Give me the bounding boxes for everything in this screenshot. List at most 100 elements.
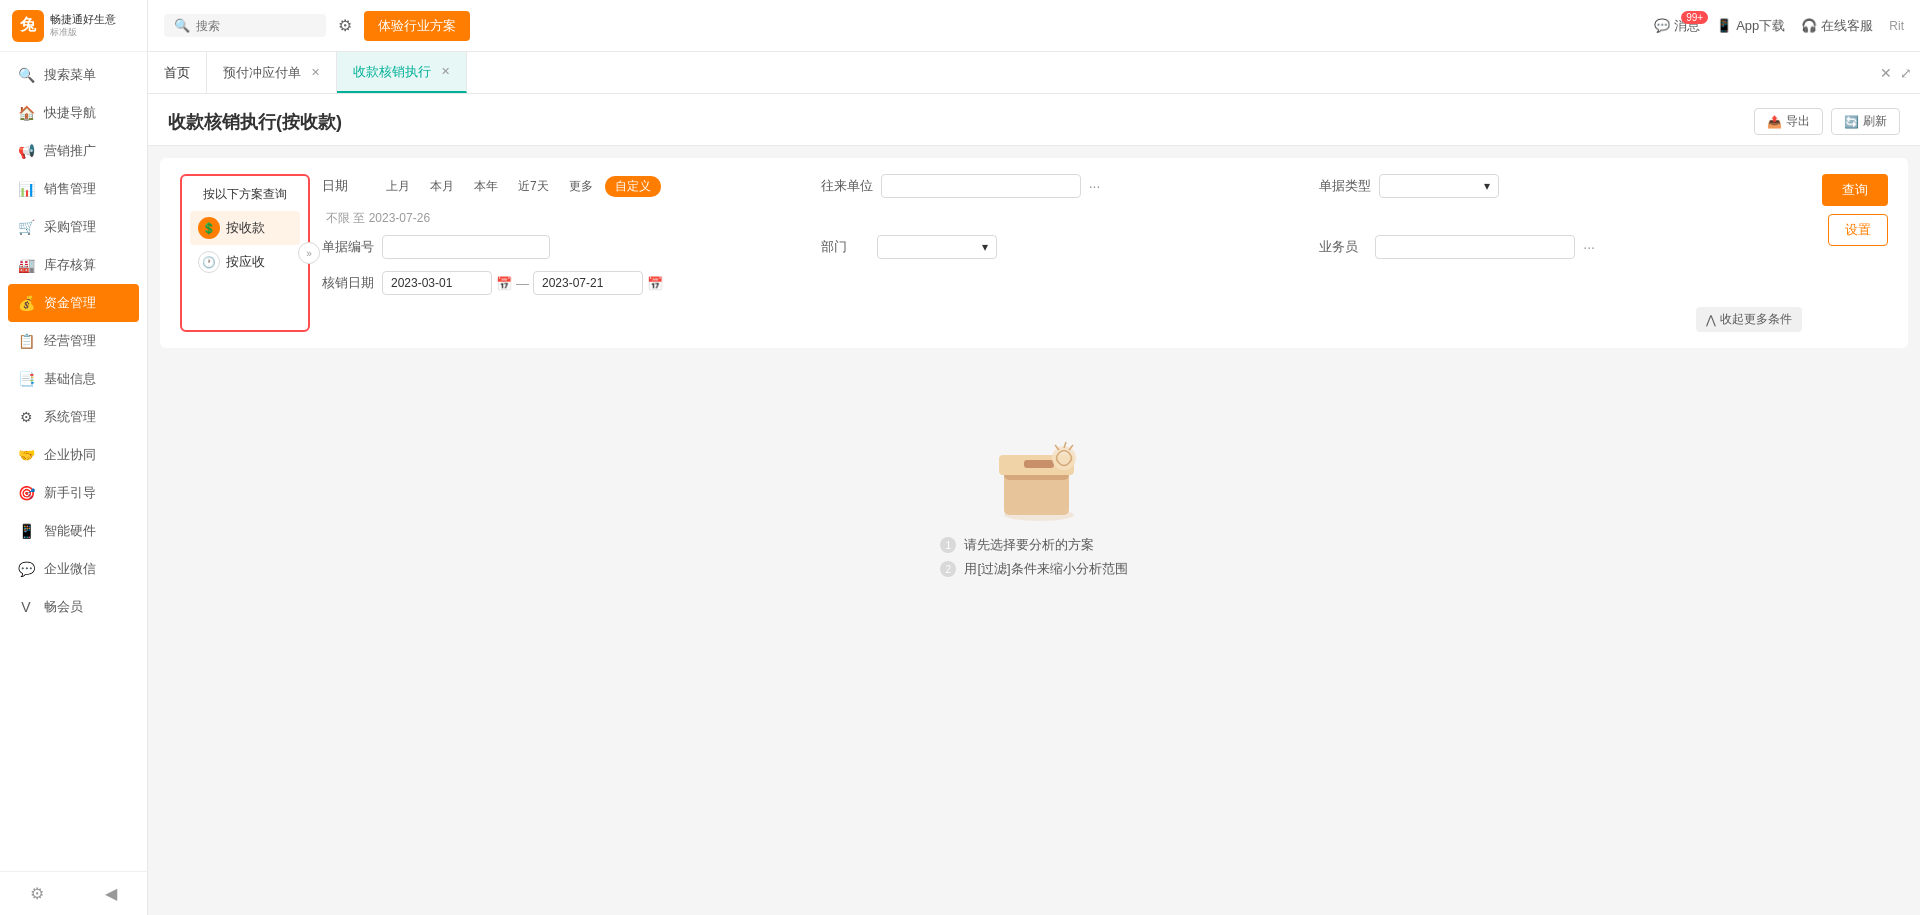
service-icon: 🎧	[1801, 18, 1817, 33]
sidebar: 兔 畅捷通好生意 标准版 🔍 搜索菜单 🏠 快捷导航 📢 营销推广 📊 销售管理…	[0, 0, 148, 915]
sidebar-label-wechat: 企业微信	[44, 560, 96, 578]
sidebar-item-marketing[interactable]: 📢 营销推广	[0, 132, 147, 170]
svg-rect-4	[1024, 460, 1054, 468]
sidebar-item-collab[interactable]: 🤝 企业协同	[0, 436, 147, 474]
member-icon: V	[16, 599, 36, 615]
dept-select[interactable]: ▾	[877, 235, 997, 259]
tab-home-label: 首页	[164, 64, 190, 82]
empty-text-list: 1 请先选择要分析的方案 2 用[过滤]条件来缩小分析范围	[940, 536, 1127, 584]
inventory-icon: 🏭	[16, 257, 36, 273]
tab-expand-icon[interactable]: ⤢	[1900, 65, 1912, 81]
collapse-chevron-icon: ⋀	[1706, 313, 1716, 327]
app-download-btn[interactable]: 📱 App下载	[1716, 17, 1785, 35]
empty-svg	[984, 420, 1094, 530]
filter-panel: 按以下方案查询 💲 按收款 🕐 按应收 »	[160, 158, 1908, 348]
chevron-down-icon: ▾	[1484, 179, 1490, 193]
filter-sidebar-title: 按以下方案查询	[190, 186, 300, 203]
doc-number-input[interactable]	[382, 235, 550, 259]
date-this-month-btn[interactable]: 本月	[422, 176, 462, 197]
tab-close-icon[interactable]: ✕	[1880, 65, 1892, 81]
verification-date-end[interactable]	[533, 271, 643, 295]
industry-btn[interactable]: 体验行业方案	[364, 11, 470, 41]
topbar-search-box[interactable]: 🔍	[164, 14, 326, 37]
hardware-icon: 📱	[16, 523, 36, 539]
sidebar-item-guide[interactable]: 🎯 新手引导	[0, 474, 147, 512]
app-name: 畅捷通好生意	[50, 12, 116, 26]
counterpart-dotdot[interactable]: ···	[1089, 178, 1101, 194]
purchase-icon: 🛒	[16, 219, 36, 235]
filter-option-receivable-label: 按应收	[226, 253, 265, 271]
sidebar-footer: ⚙ ◀	[0, 871, 147, 915]
staff-dotdot[interactable]: ···	[1583, 239, 1595, 255]
sidebar-label-guide: 新手引导	[44, 484, 96, 502]
tab-home[interactable]: 首页	[148, 52, 207, 93]
sidebar-item-inventory[interactable]: 🏭 库存核算	[0, 246, 147, 284]
receivable-option-icon: 🕐	[198, 251, 220, 273]
filter-option-by-collection[interactable]: 💲 按收款	[190, 211, 300, 245]
settings-button[interactable]: 设置	[1828, 214, 1888, 246]
collapse-sidebar-btn[interactable]: »	[298, 242, 320, 264]
sidebar-label-sales: 销售管理	[44, 180, 96, 198]
tab-collection-label: 收款核销执行	[353, 63, 431, 81]
message-icon: 💬	[1654, 18, 1670, 33]
doc-type-select[interactable]: ▾	[1379, 174, 1499, 198]
sidebar-item-search[interactable]: 🔍 搜索菜单	[0, 56, 147, 94]
collapse-more-btn[interactable]: ⋀ 收起更多条件	[1696, 307, 1802, 332]
sidebar-item-member[interactable]: V 畅会员	[0, 588, 147, 626]
filter-option-by-receivable[interactable]: 🕐 按应收	[190, 245, 300, 279]
date-more-btn[interactable]: 更多	[561, 176, 601, 197]
page-actions: 📤 导出 🔄 刷新	[1754, 108, 1900, 135]
collapse-btn-label: 收起更多条件	[1720, 311, 1792, 328]
sidebar-item-wechat[interactable]: 💬 企业微信	[0, 550, 147, 588]
tab-collection[interactable]: 收款核销执行 ✕	[337, 52, 467, 93]
export-label: 导出	[1786, 113, 1810, 130]
message-btn[interactable]: 💬 消息 99+	[1654, 17, 1700, 35]
sidebar-item-sales[interactable]: 📊 销售管理	[0, 170, 147, 208]
operations-icon: 📋	[16, 333, 36, 349]
calendar-end-icon[interactable]: 📅	[647, 276, 663, 291]
date-last-month-btn[interactable]: 上月	[378, 176, 418, 197]
tab-collection-close[interactable]: ✕	[441, 65, 450, 78]
refresh-button[interactable]: 🔄 刷新	[1831, 108, 1900, 135]
verification-date-label: 核销日期	[322, 274, 374, 292]
sidebar-label-system: 系统管理	[44, 408, 96, 426]
date-custom-btn[interactable]: 自定义	[605, 176, 661, 197]
sidebar-item-nav[interactable]: 🏠 快捷导航	[0, 94, 147, 132]
staff-input[interactable]	[1375, 235, 1575, 259]
empty-hint-1: 1 请先选择要分析的方案	[940, 536, 1127, 554]
gear-icon[interactable]: ⚙	[338, 16, 352, 35]
sidebar-item-hardware[interactable]: 📱 智能硬件	[0, 512, 147, 550]
home-icon: 🏠	[16, 105, 36, 121]
verification-date-field: 核销日期 📅 — 📅	[322, 271, 1802, 295]
sidebar-nav: 🔍 搜索菜单 🏠 快捷导航 📢 营销推广 📊 销售管理 🛒 采购管理 🏭 库存核…	[0, 52, 147, 871]
verification-date-start[interactable]	[382, 271, 492, 295]
date-7days-btn[interactable]: 近7天	[510, 176, 557, 197]
query-button[interactable]: 查询	[1822, 174, 1888, 206]
settings-gear-icon[interactable]: ⚙	[30, 884, 44, 903]
collapse-sidebar-icon[interactable]: ◀	[105, 884, 117, 903]
sidebar-item-finance[interactable]: 💰 资金管理	[8, 284, 139, 322]
doc-type-label: 单据类型	[1319, 177, 1371, 195]
calendar-start-icon[interactable]: 📅	[496, 276, 512, 291]
sidebar-item-purchase[interactable]: 🛒 采购管理	[0, 208, 147, 246]
tab-prepay-close[interactable]: ✕	[311, 66, 320, 79]
date-this-year-btn[interactable]: 本年	[466, 176, 506, 197]
sidebar-item-system[interactable]: ⚙ 系统管理	[0, 398, 147, 436]
counterpart-input[interactable]	[881, 174, 1081, 198]
doc-type-field: 单据类型 ▾	[1319, 174, 1802, 198]
empty-hint-2-text: 用[过滤]条件来缩小分析范围	[964, 560, 1127, 578]
sidebar-item-basic-info[interactable]: 📑 基础信息	[0, 360, 147, 398]
sales-icon: 📊	[16, 181, 36, 197]
tab-prepay[interactable]: 预付冲应付单 ✕	[207, 52, 337, 93]
online-service-btn[interactable]: 🎧 在线客服	[1801, 17, 1873, 35]
collab-icon: 🤝	[16, 447, 36, 463]
sidebar-label-basic-info: 基础信息	[44, 370, 96, 388]
page-title: 收款核销执行(按收款)	[168, 110, 342, 134]
search-input[interactable]	[196, 19, 316, 33]
export-button[interactable]: 📤 导出	[1754, 108, 1823, 135]
online-service-label: 在线客服	[1821, 17, 1873, 35]
empty-illustration	[984, 420, 1084, 520]
sidebar-item-operations[interactable]: 📋 经营管理	[0, 322, 147, 360]
empty-hint-1-text: 请先选择要分析的方案	[964, 536, 1094, 554]
sidebar-label-operations: 经营管理	[44, 332, 96, 350]
